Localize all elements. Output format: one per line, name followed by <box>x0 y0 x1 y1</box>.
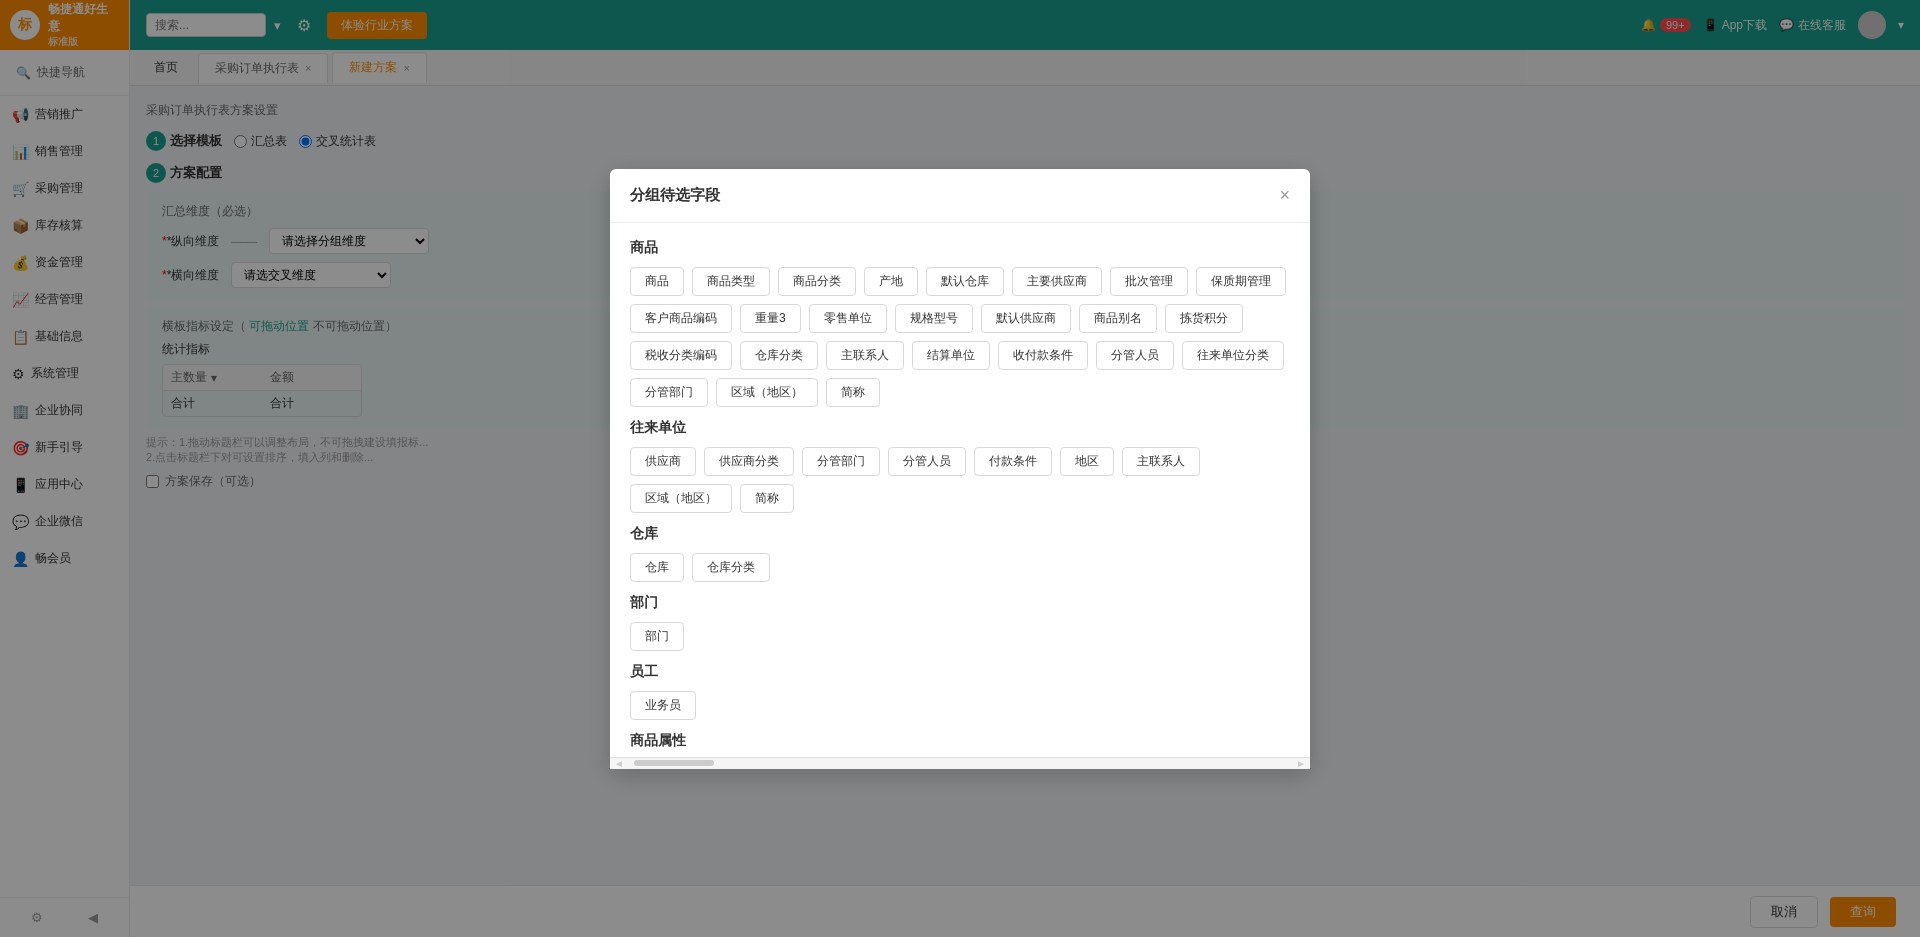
field-tags-employee: 业务员 <box>630 691 1290 720</box>
section-title-goods: 商品 <box>630 239 1290 257</box>
field-tag-业务员[interactable]: 业务员 <box>630 691 696 720</box>
dialog-body: 商品商品商品类型商品分类产地默认仓库主要供应商批次管理保质期管理客户商品编码重量… <box>610 223 1310 757</box>
field-tag-保质期管理[interactable]: 保质期管理 <box>1196 267 1286 296</box>
section-title-department: 部门 <box>630 594 1290 612</box>
dialog-close-btn[interactable]: × <box>1279 185 1290 206</box>
field-tag-客户商品编码[interactable]: 客户商品编码 <box>630 304 732 333</box>
field-tag-地区[interactable]: 地区 <box>1060 447 1114 476</box>
section-title-partner: 往来单位 <box>630 419 1290 437</box>
field-tag-分管部门[interactable]: 分管部门 <box>630 378 708 407</box>
field-tags-warehouse: 仓库仓库分类 <box>630 553 1290 582</box>
field-tag-默认供应商[interactable]: 默认供应商 <box>981 304 1071 333</box>
field-tag-分管人员[interactable]: 分管人员 <box>888 447 966 476</box>
field-tag-仓库[interactable]: 仓库 <box>630 553 684 582</box>
field-tag-商品类型[interactable]: 商品类型 <box>692 267 770 296</box>
field-tags-department: 部门 <box>630 622 1290 651</box>
section-title-employee: 员工 <box>630 663 1290 681</box>
field-tag-批次管理[interactable]: 批次管理 <box>1110 267 1188 296</box>
field-tag-简称[interactable]: 简称 <box>826 378 880 407</box>
dialog-overlay: 分组待选字段 × 商品商品商品类型商品分类产地默认仓库主要供应商批次管理保质期管… <box>0 0 1920 937</box>
field-tag-主联系人[interactable]: 主联系人 <box>1122 447 1200 476</box>
field-tag-零售单位[interactable]: 零售单位 <box>809 304 887 333</box>
dialog-title: 分组待选字段 <box>630 186 720 205</box>
field-tag-仓库分类[interactable]: 仓库分类 <box>692 553 770 582</box>
field-tag-简称[interactable]: 简称 <box>740 484 794 513</box>
field-tag-产地[interactable]: 产地 <box>864 267 918 296</box>
field-tag-仓库分类[interactable]: 仓库分类 <box>740 341 818 370</box>
field-tag-区域（地区）[interactable]: 区域（地区） <box>630 484 732 513</box>
dialog-hscroll[interactable]: ◄ ► <box>610 757 1310 769</box>
field-tag-默认仓库[interactable]: 默认仓库 <box>926 267 1004 296</box>
field-select-dialog: 分组待选字段 × 商品商品商品类型商品分类产地默认仓库主要供应商批次管理保质期管… <box>610 169 1310 769</box>
field-tag-供应商[interactable]: 供应商 <box>630 447 696 476</box>
field-tag-重量3[interactable]: 重量3 <box>740 304 801 333</box>
field-tag-商品分类[interactable]: 商品分类 <box>778 267 856 296</box>
field-tag-部门[interactable]: 部门 <box>630 622 684 651</box>
field-tag-商品[interactable]: 商品 <box>630 267 684 296</box>
section-title-product-attr: 商品属性 <box>630 732 1290 750</box>
field-tag-分管人员[interactable]: 分管人员 <box>1096 341 1174 370</box>
field-tag-主联系人[interactable]: 主联系人 <box>826 341 904 370</box>
field-tag-付款条件[interactable]: 付款条件 <box>974 447 1052 476</box>
field-tag-商品别名[interactable]: 商品别名 <box>1079 304 1157 333</box>
field-tag-主要供应商[interactable]: 主要供应商 <box>1012 267 1102 296</box>
section-title-warehouse: 仓库 <box>630 525 1290 543</box>
field-tag-拣货积分[interactable]: 拣货积分 <box>1165 304 1243 333</box>
field-tags-partner: 供应商供应商分类分管部门分管人员付款条件地区主联系人区域（地区） 简称 <box>630 447 1290 513</box>
field-tag-往来单位分类[interactable]: 往来单位分类 <box>1182 341 1284 370</box>
field-tag-规格型号[interactable]: 规格型号 <box>895 304 973 333</box>
field-tag-结算单位[interactable]: 结算单位 <box>912 341 990 370</box>
field-tag-税收分类编码[interactable]: 税收分类编码 <box>630 341 732 370</box>
field-tag-区域（地区）[interactable]: 区域（地区） <box>716 378 818 407</box>
field-tag-供应商分类[interactable]: 供应商分类 <box>704 447 794 476</box>
field-tags-goods: 商品商品类型商品分类产地默认仓库主要供应商批次管理保质期管理客户商品编码重量3 零… <box>630 267 1290 407</box>
field-tag-收付款条件[interactable]: 收付款条件 <box>998 341 1088 370</box>
dialog-header: 分组待选字段 × <box>610 169 1310 223</box>
field-tag-分管部门[interactable]: 分管部门 <box>802 447 880 476</box>
